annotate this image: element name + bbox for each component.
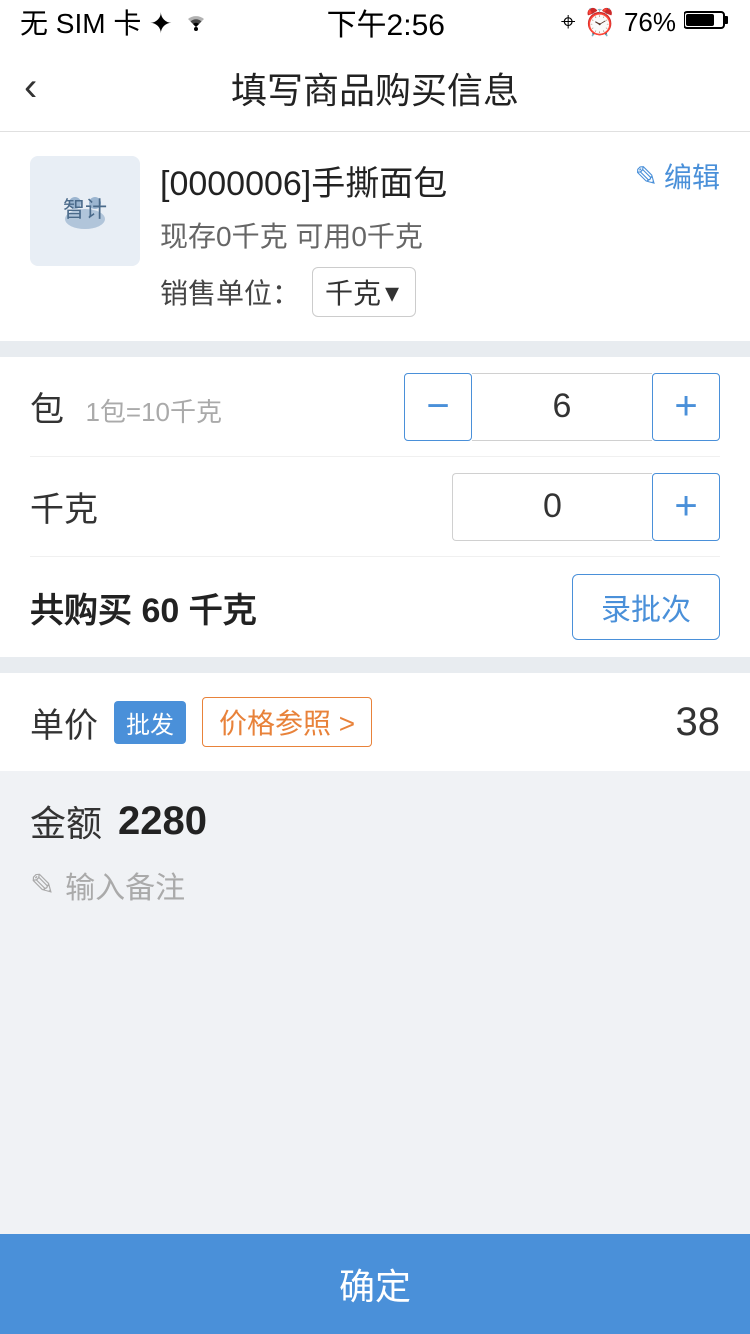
bao-hint: 1包=10千克 [85,397,222,427]
page-title: 填写商品购买信息 [231,62,519,114]
location-icon: ⌖ [561,6,576,38]
wifi-icon [181,6,211,38]
kg-label: 千克 [30,482,452,531]
status-left: 无 SIM 卡 ✦ [20,2,211,42]
price-label: 单价 [30,698,98,747]
amount-section: 金额 2280 ✎ 输入备注 [0,771,750,931]
kg-plus-button[interactable]: + [652,473,720,541]
amount-label: 金额 [30,795,102,847]
section-divider-2 [0,657,750,673]
section-divider-1 [0,341,750,357]
back-button[interactable]: ‹ [24,65,37,110]
price-value: 38 [676,700,721,745]
bao-row: 包 1包=10千克 − + [30,357,720,457]
bao-input[interactable] [472,373,652,441]
bao-plus-button[interactable]: + [652,373,720,441]
confirm-button[interactable]: 确定 [0,1234,750,1334]
nav-bar: ‹ 填写商品购买信息 [0,44,750,132]
product-stock: 现存0千克 可用0千克 [160,215,720,255]
bao-quantity-control: − + [404,373,720,441]
sim-text: 无 SIM 卡 ✦ [20,2,173,42]
unit-value: 千克 [325,272,381,312]
unit-select[interactable]: 千克 ▾ [312,267,416,317]
note-placeholder: 输入备注 [65,863,185,907]
svg-text:智计: 智计 [63,197,107,222]
alarm-icon: ⏰ [584,7,616,38]
status-bar: 无 SIM 卡 ✦ 下午2:56 ⌖ ⏰ 76% [0,0,750,44]
edit-button[interactable]: ✎ 编辑 [635,156,720,196]
kg-input[interactable] [452,473,652,541]
bao-minus-button[interactable]: − [404,373,472,441]
price-section: 单价 批发 价格参照 > 38 [0,673,750,771]
product-section: 智计 [0000006]手撕面包 现存0千克 可用0千克 销售单位： 千克 ▾ … [0,132,750,341]
chevron-down-icon: ▾ [385,276,399,309]
edit-icon: ✎ [635,160,658,193]
amount-row: 金额 2280 [30,795,720,847]
price-tag: 批发 [114,701,186,744]
batch-button[interactable]: 录批次 [572,574,720,640]
product-unit-row: 销售单位： 千克 ▾ [160,267,720,317]
note-row[interactable]: ✎ 输入备注 [30,863,720,931]
price-ref-button[interactable]: 价格参照 > [202,697,372,747]
total-text: 共购买 60 千克 [30,583,572,632]
product-image: 智计 [30,156,140,266]
bao-label: 包 1包=10千克 [30,382,404,431]
status-time: 下午2:56 [327,0,445,44]
bao-input-section: 包 1包=10千克 − + 千克 + [0,357,750,557]
amount-value: 2280 [118,799,207,844]
status-right: ⌖ ⏰ 76% [561,6,730,38]
battery-icon [684,7,730,38]
battery-text: 76% [624,7,676,38]
kg-quantity-control: + [452,473,720,541]
kg-row: 千克 + [30,457,720,557]
pencil-icon: ✎ [30,868,55,903]
unit-label: 销售单位： [160,272,300,312]
total-section: 共购买 60 千克 录批次 [0,557,750,657]
